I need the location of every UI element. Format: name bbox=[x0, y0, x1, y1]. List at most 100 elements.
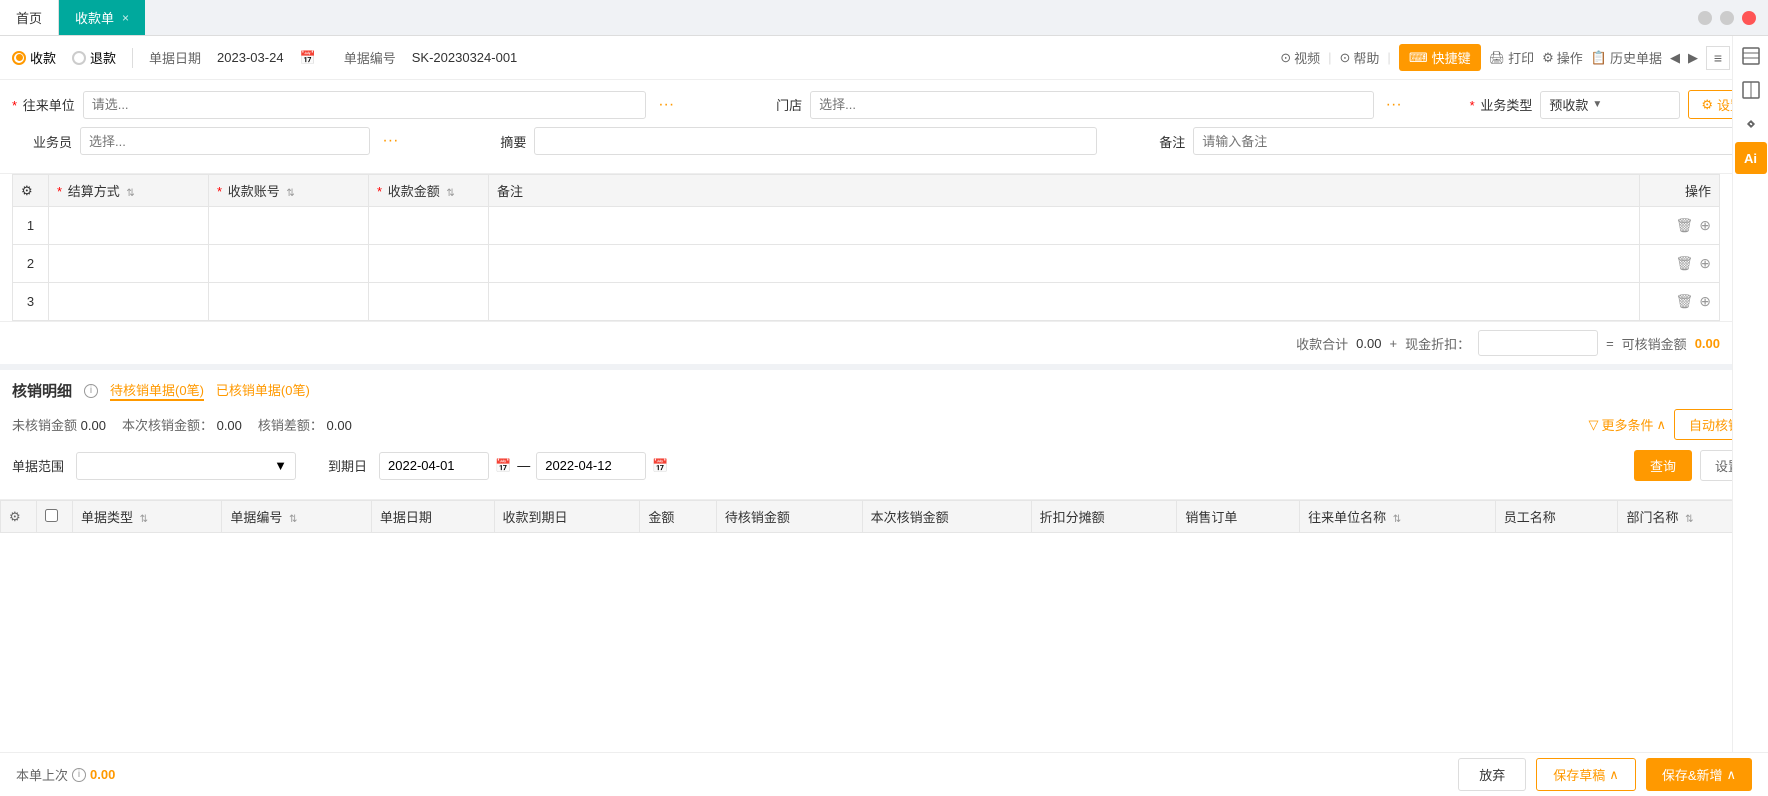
settlement-cell[interactable] bbox=[49, 283, 209, 321]
col-note-header: 备注 bbox=[489, 175, 1640, 207]
col-current-header: 本次核销金额 bbox=[862, 501, 1031, 533]
chevron-up-icon2: ∧ bbox=[1726, 767, 1736, 783]
account-cell[interactable] bbox=[209, 283, 369, 321]
col-settlement-header: * 结算方式 ⇅ bbox=[49, 175, 209, 207]
video-link[interactable]: ⊙ 视频 bbox=[1280, 48, 1320, 67]
keyboard-icon: ⌨ bbox=[1409, 50, 1428, 66]
counterpart-input[interactable] bbox=[83, 91, 646, 119]
calendar-icon[interactable]: 📅 bbox=[495, 458, 511, 474]
help-link[interactable]: ⊙ 帮助 bbox=[1340, 48, 1380, 67]
footer: 本单上次 i 0.00 放弃 保存草稿 ∧ 保存&新增 ∧ bbox=[0, 752, 1768, 796]
footer-info-icon[interactable]: i bbox=[72, 768, 86, 782]
copy-row-icon[interactable]: ⊕ bbox=[1699, 293, 1711, 310]
top-toolbar: 收款 退款 单据日期 2023-03-24 📅 单据编号 SK-20230324… bbox=[0, 36, 1768, 80]
sidebar-link-icon[interactable] bbox=[1735, 108, 1767, 140]
verify-section: 核销明细 i 待核销单据(0笔) 已核销单据(0笔) 未核销金额 0.00 本次… bbox=[0, 364, 1768, 499]
col-due-header: 收款到期日 bbox=[494, 501, 640, 533]
col-sales-order-header: 销售订单 bbox=[1177, 501, 1300, 533]
settlement-cell[interactable] bbox=[49, 245, 209, 283]
filter-icon: ▽ bbox=[1588, 417, 1598, 433]
chevron-up-icon: ∧ bbox=[1609, 767, 1619, 783]
done-tab[interactable]: 已核销单据(0笔) bbox=[216, 380, 310, 401]
col-settings-header[interactable]: ⚙ bbox=[13, 175, 49, 207]
chevron-down-icon: ▼ bbox=[1592, 99, 1602, 110]
radio-refund[interactable]: 退款 bbox=[72, 48, 116, 67]
tab-home[interactable]: 首页 bbox=[0, 0, 59, 35]
sidebar-ai-icon[interactable]: Ai bbox=[1735, 142, 1767, 174]
note-input[interactable] bbox=[1193, 127, 1756, 155]
bottom-table-settings-icon[interactable]: ⚙ bbox=[9, 509, 21, 525]
ops-link[interactable]: ⚙ 操作 bbox=[1542, 48, 1583, 67]
calendar-icon[interactable]: 📅 bbox=[300, 50, 316, 66]
biz-type-select[interactable]: 预收款 ▼ bbox=[1540, 91, 1680, 119]
date-from-input[interactable] bbox=[379, 452, 489, 480]
account-cell[interactable] bbox=[209, 245, 369, 283]
note-cell[interactable] bbox=[489, 245, 1640, 283]
col-amount-header: * 收款金额 ⇅ bbox=[369, 175, 489, 207]
sales-more-btn[interactable]: ··· bbox=[382, 132, 398, 150]
summary-input[interactable] bbox=[534, 127, 1097, 155]
gear-icon: ⚙ bbox=[1701, 97, 1713, 113]
sidebar-table-icon[interactable] bbox=[1735, 40, 1767, 72]
discount-input[interactable] bbox=[1478, 330, 1598, 356]
right-sidebar: Ai bbox=[1732, 36, 1768, 752]
grid-view-btn[interactable]: ≡ bbox=[1706, 46, 1730, 70]
more-conditions-link[interactable]: ▽ 更多条件 ∧ bbox=[1588, 415, 1666, 434]
amount-cell[interactable] bbox=[369, 283, 489, 321]
store-input[interactable] bbox=[810, 91, 1373, 119]
shortcut-btn[interactable]: ⌨ 快捷键 bbox=[1399, 44, 1481, 71]
col-date-header: 单据日期 bbox=[371, 501, 494, 533]
radio-receipt[interactable]: 收款 bbox=[12, 48, 56, 67]
range-select[interactable]: ▼ bbox=[76, 452, 296, 480]
pending-tab[interactable]: 待核销单据(0笔) bbox=[110, 380, 204, 401]
tab-receipt[interactable]: 收款单 × bbox=[59, 0, 145, 35]
query-btn[interactable]: 查询 bbox=[1634, 450, 1692, 481]
col-discount-header: 折扣分摊额 bbox=[1031, 501, 1177, 533]
ops-icon: ⚙ bbox=[1542, 50, 1554, 66]
chevron-down-icon: ▼ bbox=[274, 458, 287, 473]
col-pending-header: 待核销金额 bbox=[716, 501, 862, 533]
table-row: 1 🗑 ⊕ bbox=[13, 207, 1720, 245]
history-icon: 📋 bbox=[1591, 50, 1607, 66]
delete-row-icon[interactable]: 🗑 bbox=[1675, 293, 1693, 310]
settlement-cell[interactable] bbox=[49, 207, 209, 245]
discard-btn[interactable]: 放弃 bbox=[1458, 758, 1526, 791]
copy-row-icon[interactable]: ⊕ bbox=[1699, 217, 1711, 234]
note-cell[interactable] bbox=[489, 207, 1640, 245]
bottom-table-section: ⚙ 单据类型 ⇅ 单据编号 ⇅ 单据日期 bbox=[0, 499, 1768, 533]
copy-row-icon[interactable]: ⊕ bbox=[1699, 255, 1711, 272]
account-cell[interactable] bbox=[209, 207, 369, 245]
next-icon[interactable]: ▶ bbox=[1688, 50, 1698, 66]
col-employee-header: 员工名称 bbox=[1495, 501, 1618, 533]
win-minimize-btn[interactable] bbox=[1698, 11, 1712, 25]
total-value: 0.00 bbox=[1356, 336, 1381, 351]
store-more-btn[interactable]: ··· bbox=[1386, 96, 1402, 114]
select-all-checkbox[interactable] bbox=[45, 509, 58, 522]
win-maximize-btn[interactable] bbox=[1720, 11, 1734, 25]
table-row: 3 🗑 ⊕ bbox=[13, 283, 1720, 321]
history-link[interactable]: 📋 历史单据 bbox=[1591, 48, 1662, 67]
amount-cell[interactable] bbox=[369, 207, 489, 245]
col-counterpart-header: 往来单位名称 ⇅ bbox=[1300, 501, 1496, 533]
verify-info-icon[interactable]: i bbox=[84, 384, 98, 398]
form-section: * 往来单位 ··· 门店 ··· * 业务类型 预收款 ▼ ⚙ 设置 bbox=[0, 80, 1768, 174]
filter-row: 单据范围 ▼ 到期日 📅 — 📅 查询 设置 bbox=[12, 450, 1756, 481]
sidebar-split-icon[interactable] bbox=[1735, 74, 1767, 106]
calendar-icon2[interactable]: 📅 bbox=[652, 458, 668, 474]
win-close-btn[interactable] bbox=[1742, 11, 1756, 25]
amount-cell[interactable] bbox=[369, 245, 489, 283]
tab-close-icon[interactable]: × bbox=[122, 11, 129, 25]
print-link[interactable]: 🖨 打印 bbox=[1489, 48, 1535, 67]
delete-row-icon[interactable]: 🗑 bbox=[1675, 217, 1693, 234]
bottom-table: ⚙ 单据类型 ⇅ 单据编号 ⇅ 单据日期 bbox=[0, 500, 1768, 533]
delete-row-icon[interactable]: 🗑 bbox=[1675, 255, 1693, 272]
save-new-btn[interactable]: 保存&新增 ∧ bbox=[1646, 758, 1752, 791]
date-value: 2023-03-24 bbox=[217, 50, 284, 65]
draft-btn[interactable]: 保存草稿 ∧ bbox=[1536, 758, 1636, 791]
date-to-input[interactable] bbox=[536, 452, 646, 480]
note-cell[interactable] bbox=[489, 283, 1640, 321]
sales-input[interactable] bbox=[80, 127, 370, 155]
radio-receipt-dot bbox=[12, 51, 26, 65]
counterpart-more-btn[interactable]: ··· bbox=[658, 96, 674, 114]
prev-icon[interactable]: ◀ bbox=[1670, 50, 1680, 66]
